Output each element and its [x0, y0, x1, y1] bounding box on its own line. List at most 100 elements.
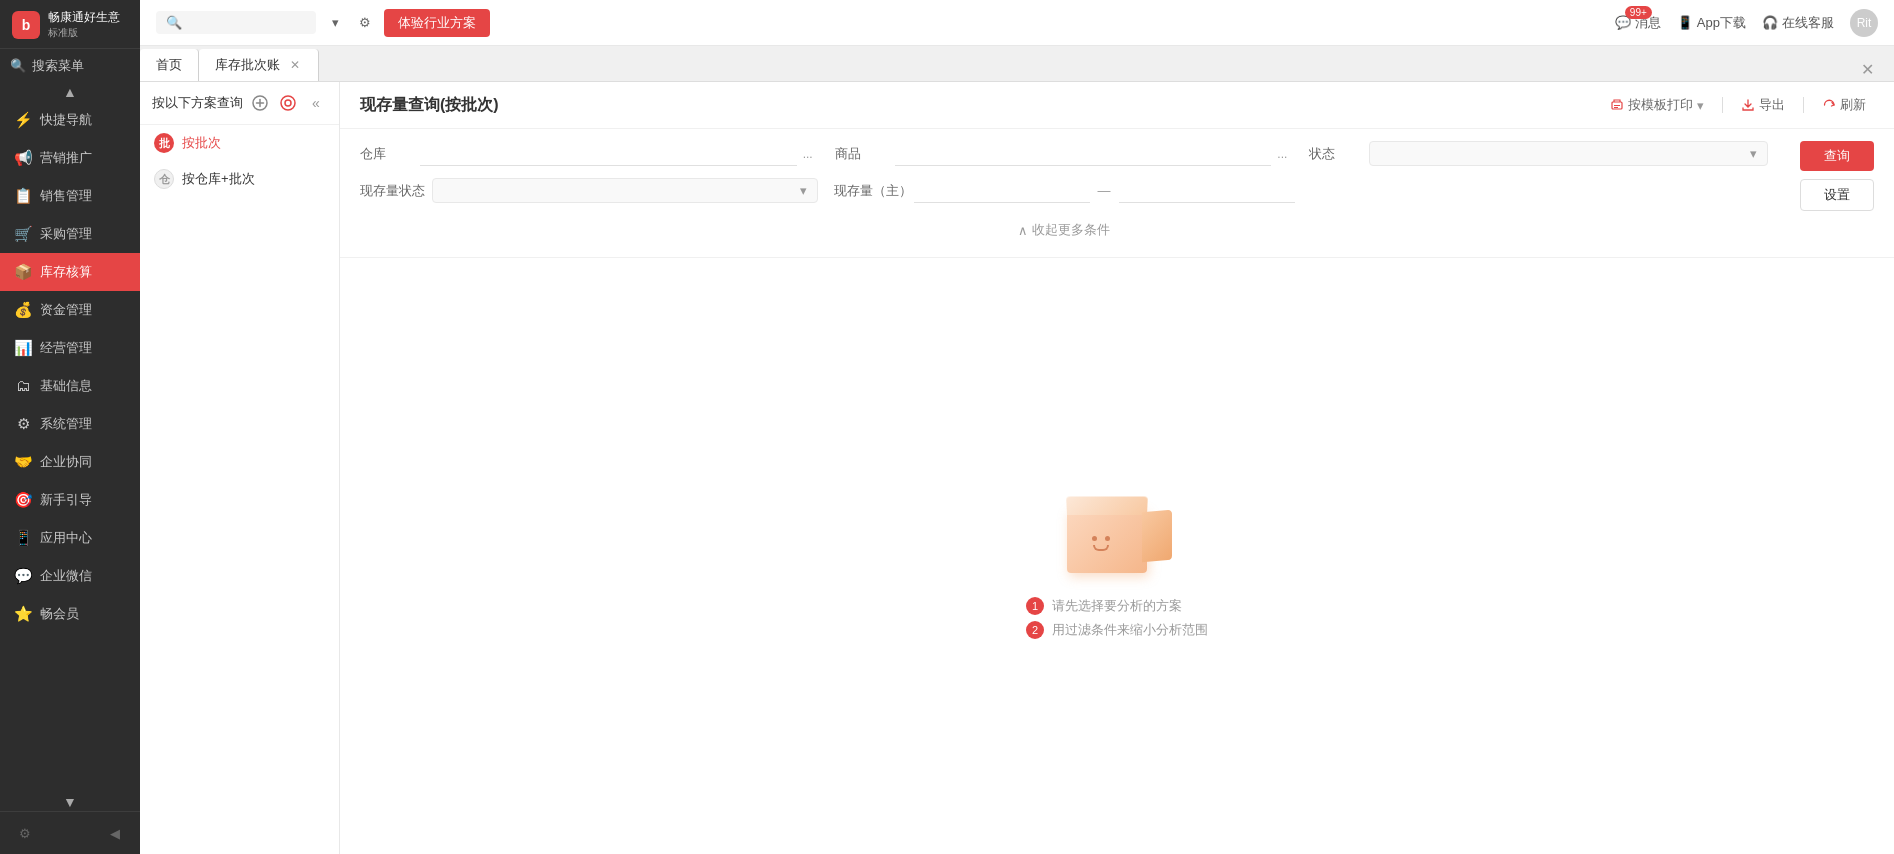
nav-icon-operations: 📊 [14, 339, 32, 357]
sidebar-collapse-button[interactable]: ◀ [104, 822, 126, 844]
svg-rect-6 [1614, 105, 1620, 106]
warehouse-input[interactable] [420, 142, 797, 166]
add-plan-button[interactable] [249, 92, 271, 114]
sidebar-item-inventory[interactable]: 📦 库存核算 [0, 253, 140, 291]
filter-area: 仓库 ... 商品 ... 状态 [340, 129, 1894, 258]
topbar-search-box[interactable]: 🔍 [156, 11, 316, 34]
experience-plan-button[interactable]: 体验行业方案 [384, 9, 490, 37]
plan-item-by-warehouse-batch[interactable]: 仓 按仓库+批次 [140, 161, 339, 197]
print-template-button[interactable]: 按模板打印 ▾ [1602, 92, 1712, 118]
box-side [1142, 510, 1172, 563]
qty-range-separator: — [1098, 183, 1111, 198]
nav-label-member: 畅会员 [40, 605, 79, 623]
app-logo: b [12, 11, 40, 39]
refresh-icon [1822, 98, 1836, 112]
app-info: 畅康通好生意 标准版 [48, 10, 120, 40]
plan-label-by-batch: 按批次 [182, 134, 221, 152]
query-button[interactable]: 查询 [1800, 141, 1874, 171]
sidebar-item-enterprise[interactable]: 🤝 企业协同 [0, 443, 140, 481]
filter-field-status: 状态 ▾ [1309, 141, 1768, 166]
plan-settings-button[interactable] [277, 92, 299, 114]
nav-icon-enterprise: 🤝 [14, 453, 32, 471]
sidebar-item-guide[interactable]: 🎯 新手引导 [0, 481, 140, 519]
plan-item-by-batch[interactable]: 批 按批次 [140, 125, 339, 161]
sidebar-item-operations[interactable]: 📊 经营管理 [0, 329, 140, 367]
topbar-chevron-button[interactable]: ▾ [324, 12, 346, 34]
nav-icon-app-center: 📱 [14, 529, 32, 547]
collapse-icon: ◀ [110, 826, 120, 841]
sidebar-item-member[interactable]: ⭐ 畅会员 [0, 595, 140, 633]
user-avatar-button[interactable]: Rit [1850, 9, 1878, 37]
nav-label-quick-nav: 快捷导航 [40, 111, 92, 129]
online-service-label: 在线客服 [1782, 14, 1834, 32]
settings-footer-button[interactable]: ⚙ [14, 822, 36, 844]
sidebar-header: b 畅康通好生意 标准版 [0, 0, 140, 49]
sidebar-item-system[interactable]: ⚙ 系统管理 [0, 405, 140, 443]
topbar: 🔍 ▾ ⚙ 体验行业方案 💬 消息 99+ 📱 App下载 🎧 [140, 0, 1894, 46]
warehouse-more-button[interactable]: ... [797, 147, 819, 161]
collapse-more-button[interactable]: ∧ 收起更多条件 [360, 215, 1768, 245]
refresh-button[interactable]: 刷新 [1814, 92, 1874, 118]
sidebar-footer: ⚙ ◀ [0, 811, 140, 854]
inventory-status-dropdown[interactable]: ▾ [432, 178, 818, 203]
settings-button[interactable]: 设置 [1800, 179, 1874, 211]
left-panel-actions: « [249, 92, 327, 114]
export-button[interactable]: 导出 [1733, 92, 1793, 118]
empty-illustration [1057, 473, 1177, 573]
plan-icon-by-warehouse-batch: 仓 [154, 169, 174, 189]
svg-rect-7 [1614, 107, 1618, 108]
box-top-flap [1066, 496, 1148, 515]
online-service-button[interactable]: 🎧 在线客服 [1762, 14, 1834, 32]
tab-home[interactable]: 首页 [140, 49, 199, 81]
qty-max-input[interactable] [1119, 179, 1295, 203]
filter-field-warehouse: 仓库 ... [360, 142, 819, 166]
scroll-down-icon: ▼ [63, 795, 77, 809]
filter-field-inventory-status: 现存量状态 ▾ [360, 178, 818, 203]
nav-label-base-info: 基础信息 [40, 377, 92, 395]
search-icon: 🔍 [10, 58, 26, 73]
message-button[interactable]: 💬 消息 99+ [1615, 14, 1661, 32]
product-more-button[interactable]: ... [1271, 147, 1293, 161]
tab-corner-close-button[interactable]: ✕ [1861, 60, 1874, 79]
collapse-icon: ∧ [1018, 223, 1028, 238]
product-label: 商品 [835, 145, 895, 163]
sidebar-item-marketing[interactable]: 📢 营销推广 [0, 139, 140, 177]
product-input[interactable] [895, 142, 1272, 166]
chevron-down-icon: ▾ [332, 15, 339, 30]
left-panel-title: 按以下方案查询 [152, 94, 243, 112]
nav-label-operations: 经营管理 [40, 339, 92, 357]
filter-actions: 查询 设置 [1800, 141, 1874, 211]
sidebar-item-quick-nav[interactable]: ⚡ 快捷导航 [0, 101, 140, 139]
sidebar-item-weixin[interactable]: 💬 企业微信 [0, 557, 140, 595]
divider-1 [1722, 97, 1723, 113]
status-dropdown[interactable]: ▾ [1369, 141, 1768, 166]
sidebar-item-sales[interactable]: 📋 销售管理 [0, 177, 140, 215]
panel-collapse-button[interactable]: « [305, 92, 327, 114]
sidebar-item-base-info[interactable]: 🗂 基础信息 [0, 367, 140, 405]
app-download-button[interactable]: 📱 App下载 [1677, 14, 1746, 32]
nav-label-weixin: 企业微信 [40, 567, 92, 585]
nav-label-enterprise: 企业协同 [40, 453, 92, 471]
phone-icon: 📱 [1677, 15, 1693, 30]
tab-home-label: 首页 [156, 56, 182, 74]
tab-close-button[interactable]: ✕ [288, 56, 302, 74]
sidebar-scroll-up[interactable]: ▲ [0, 83, 140, 101]
plan-settings-icon [280, 95, 296, 111]
tab-inventory-batch[interactable]: 库存批次账 ✕ [199, 49, 319, 81]
sidebar: b 畅康通好生意 标准版 🔍 搜索菜单 ▲ ⚡ 快捷导航 📢 营销推广 📋 销售… [0, 0, 140, 854]
warehouse-label: 仓库 [360, 145, 420, 163]
sidebar-item-purchase[interactable]: 🛒 采购管理 [0, 215, 140, 253]
plan-icon-by-batch: 批 [154, 133, 174, 153]
content-area: 按以下方案查询 [140, 82, 1894, 854]
search-menu[interactable]: 🔍 搜索菜单 [0, 49, 140, 83]
eye-right [1105, 536, 1110, 541]
qty-min-input[interactable] [914, 179, 1090, 203]
search-menu-label: 搜索菜单 [32, 57, 84, 75]
sidebar-scroll-down[interactable]: ▼ [0, 793, 140, 811]
sidebar-item-app-center[interactable]: 📱 应用中心 [0, 519, 140, 557]
right-panel: 现存量查询(按批次) 按模板打印 ▾ [340, 82, 1894, 854]
page-header: 现存量查询(按批次) 按模板打印 ▾ [340, 82, 1894, 129]
topbar-settings-button[interactable]: ⚙ [354, 12, 376, 34]
nav-label-guide: 新手引导 [40, 491, 92, 509]
sidebar-item-finance[interactable]: 💰 资金管理 [0, 291, 140, 329]
